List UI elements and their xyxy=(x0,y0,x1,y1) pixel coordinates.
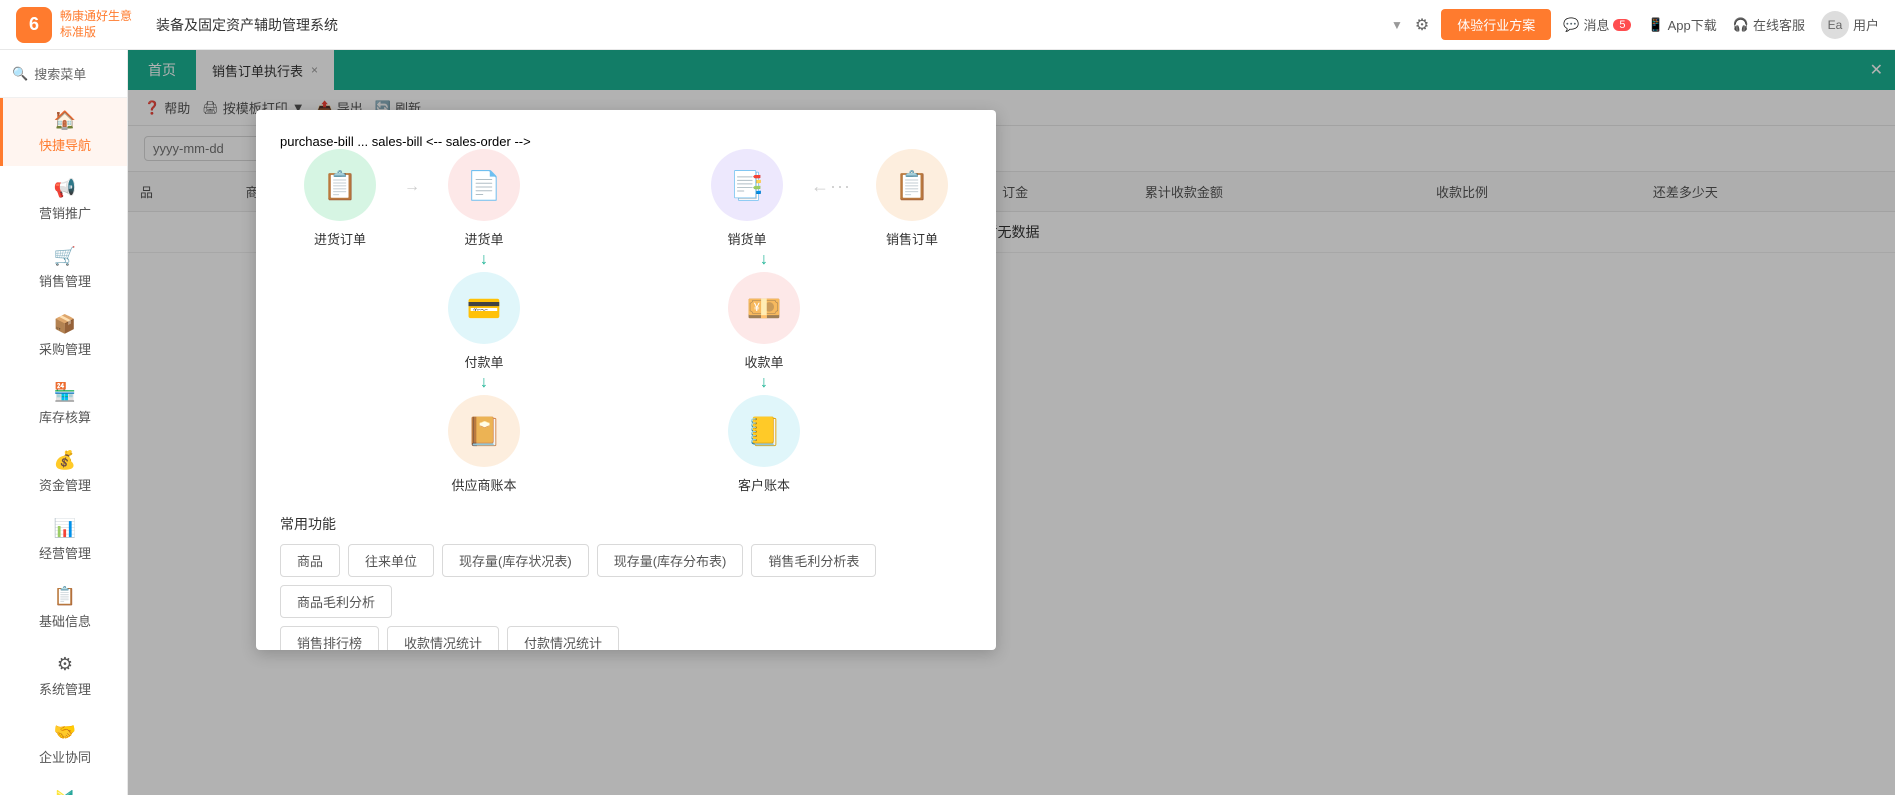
try-button[interactable]: 体验行业方案 xyxy=(1441,9,1551,40)
dropdown-arrow-icon[interactable]: ▼ xyxy=(1391,18,1403,32)
func-buttons-row2: 销售排行榜 收款情况统计 付款情况统计 xyxy=(280,626,972,650)
logo-icon: 6 xyxy=(16,7,52,43)
sidebar-item-system-mgmt[interactable]: ⚙ 系统管理 xyxy=(0,642,127,710)
avatar: Ea xyxy=(1821,11,1849,39)
dashed-arrow-icon: ← · · · xyxy=(811,176,848,221)
flow-label-sales-bill: 销货单 xyxy=(727,229,766,248)
flow-label-purchase-order: 进货订单 xyxy=(314,229,366,248)
flow-circle-supplier-ledger: 📔 xyxy=(448,395,520,467)
sidebar-item-sales-mgmt[interactable]: 🛒 销售管理 xyxy=(0,234,127,302)
common-functions: 常用功能 商品 往来单位 现存量(库存状况表) 现存量(库存分布表) 销售毛利分… xyxy=(280,514,972,650)
flow-label-supplier-ledger: 供应商账本 xyxy=(451,475,516,494)
func-btn-stock-dist[interactable]: 现存量(库存分布表) xyxy=(597,544,744,577)
search-icon: 🔍 xyxy=(12,66,28,82)
logo-text: 畅康通好生意 标准版 xyxy=(60,9,132,40)
func-btn-partner[interactable]: 往来单位 xyxy=(348,544,434,577)
flow-node-payment[interactable]: 💳 付款单 xyxy=(424,272,544,371)
sidebar-item-beginner[interactable]: 🔰 新手引导 xyxy=(0,778,127,795)
flow-label-customer-ledger: 客户账本 xyxy=(738,475,790,494)
user-button[interactable]: Ea 用户 xyxy=(1821,11,1879,39)
flow-label-payment: 付款单 xyxy=(464,352,503,371)
func-btn-stock-status[interactable]: 现存量(库存状况表) xyxy=(442,544,589,577)
message-icon: 💬 xyxy=(1563,17,1579,33)
system-title: 装备及固定资产辅助管理系统 xyxy=(156,15,1379,35)
flow-circle-purchase-bill: 📄 xyxy=(448,149,520,221)
sidebar-item-quick-nav[interactable]: 🏠 快捷导航 xyxy=(0,98,127,166)
flow-circle-purchase-order: 📋 xyxy=(304,149,376,221)
handshake-icon: 🤝 xyxy=(54,722,76,743)
sidebar-item-label: 销售管理 xyxy=(39,271,91,290)
money-icon: 💰 xyxy=(54,450,76,471)
sidebar-item-label: 基础信息 xyxy=(39,611,91,630)
sidebar-item-enterprise[interactable]: 🤝 企业协同 xyxy=(0,710,127,778)
flow-circle-sales-bill: 📑 xyxy=(711,149,783,221)
logo-area: 6 畅康通好生意 标准版 xyxy=(16,7,144,43)
flow-node-supplier-ledger[interactable]: 📔 供应商账本 xyxy=(424,395,544,494)
func-buttons-row1: 商品 往来单位 现存量(库存状况表) 现存量(库存分布表) 销售毛利分析表 商品… xyxy=(280,544,972,618)
flow-circle-payment: 💳 xyxy=(448,272,520,344)
sidebar-item-finance[interactable]: 💰 资金管理 xyxy=(0,438,127,506)
sidebar-item-label: 营销推广 xyxy=(39,203,91,222)
func-btn-receipt-stats[interactable]: 收款情况统计 xyxy=(387,626,499,650)
sidebar-item-label: 系统管理 xyxy=(39,679,91,698)
sidebar-item-label: 企业协同 xyxy=(39,747,91,766)
flow-label-purchase-bill: 进货单 xyxy=(464,229,503,248)
flow-label-sales-order: 销售订单 xyxy=(886,229,938,248)
flow-circle-customer-ledger: 📒 xyxy=(728,395,800,467)
sidebar-item-label: 库存核算 xyxy=(39,407,91,426)
quick-guide-modal: purchase-bill ... sales-bill <-- sales-o… xyxy=(256,110,996,650)
store-icon: 🏪 xyxy=(54,382,76,403)
gear-icon: ⚙ xyxy=(57,654,73,675)
chart-icon: 📊 xyxy=(54,518,76,539)
arrow-down-icon-customer: ↓ xyxy=(760,375,768,391)
arrow-right-icon: → xyxy=(404,178,420,220)
func-btn-sales-rank[interactable]: 销售排行榜 xyxy=(280,626,379,650)
flow-node-receipt[interactable]: 💴 收款单 xyxy=(704,272,824,371)
sidebar-item-basic-info[interactable]: 📋 基础信息 xyxy=(0,574,127,642)
func-btn-product[interactable]: 商品 xyxy=(280,544,340,577)
headset-icon: 🎧 xyxy=(1733,17,1749,33)
megaphone-icon: 📢 xyxy=(54,178,76,199)
flow-label-receipt: 收款单 xyxy=(744,352,783,371)
modal-overlay[interactable]: purchase-bill ... sales-bill <-- sales-o… xyxy=(128,50,1895,795)
arrow-down-icon-supplier: ↓ xyxy=(480,375,488,391)
func-btn-product-gross[interactable]: 商品毛利分析 xyxy=(280,585,392,618)
sidebar-search[interactable]: 🔍 搜索菜单 xyxy=(0,50,127,98)
online-service-button[interactable]: 🎧 在线客服 xyxy=(1733,15,1805,34)
flow-node-purchase-bill[interactable]: 📄 进货单 xyxy=(424,149,544,248)
sidebar-item-inventory[interactable]: 🏪 库存核算 xyxy=(0,370,127,438)
cart-icon: 🛒 xyxy=(54,246,76,267)
app-download-button[interactable]: 📱 App下载 xyxy=(1647,15,1716,34)
arrow-down-icon-left: ↓ xyxy=(480,252,488,268)
flow-circle-sales-order: 📋 xyxy=(876,149,948,221)
flow-node-customer-ledger[interactable]: 📒 客户账本 xyxy=(704,395,824,494)
clipboard-icon: 📋 xyxy=(54,586,76,607)
header-right: 💬 消息 5 📱 App下载 🎧 在线客服 Ea 用户 xyxy=(1563,11,1879,39)
sidebar-item-operations[interactable]: 📊 经营管理 xyxy=(0,506,127,574)
search-menu-label: 搜索菜单 xyxy=(34,64,86,83)
package-icon: 📦 xyxy=(54,314,76,335)
flow-circle-receipt: 💴 xyxy=(728,272,800,344)
func-btn-payment-stats[interactable]: 付款情况统计 xyxy=(507,626,619,650)
arrow-down-icon-right: ↓ xyxy=(760,252,768,268)
flow-node-sales-bill[interactable]: 📑 销货单 xyxy=(687,149,807,248)
message-button[interactable]: 💬 消息 5 xyxy=(1563,15,1631,34)
sidebar-item-purchase-mgmt[interactable]: 📦 采购管理 xyxy=(0,302,127,370)
func-btn-sales-gross[interactable]: 销售毛利分析表 xyxy=(751,544,876,577)
sidebar-item-label: 资金管理 xyxy=(39,475,91,494)
common-functions-title: 常用功能 xyxy=(280,514,972,534)
sidebar-item-marketing[interactable]: 📢 营销推广 xyxy=(0,166,127,234)
message-badge: 5 xyxy=(1613,19,1631,31)
beginner-icon: 🔰 xyxy=(54,790,76,795)
home-icon: 🏠 xyxy=(54,110,76,131)
sidebar-item-label: 经营管理 xyxy=(39,543,91,562)
flow-section: purchase-bill ... sales-bill <-- sales-o… xyxy=(280,134,972,494)
app-download-icon: 📱 xyxy=(1647,17,1663,33)
settings-icon[interactable]: ⚙ xyxy=(1415,15,1429,35)
flow-node-sales-order[interactable]: 📋 销售订单 xyxy=(852,149,972,248)
sidebar-item-label: 快捷导航 xyxy=(39,135,91,154)
sidebar-item-label: 采购管理 xyxy=(39,339,91,358)
flow-node-purchase-order[interactable]: 📋 进货订单 xyxy=(280,149,400,248)
sidebar: 🔍 搜索菜单 🏠 快捷导航 📢 营销推广 🛒 销售管理 📦 采购管理 xyxy=(0,50,128,795)
